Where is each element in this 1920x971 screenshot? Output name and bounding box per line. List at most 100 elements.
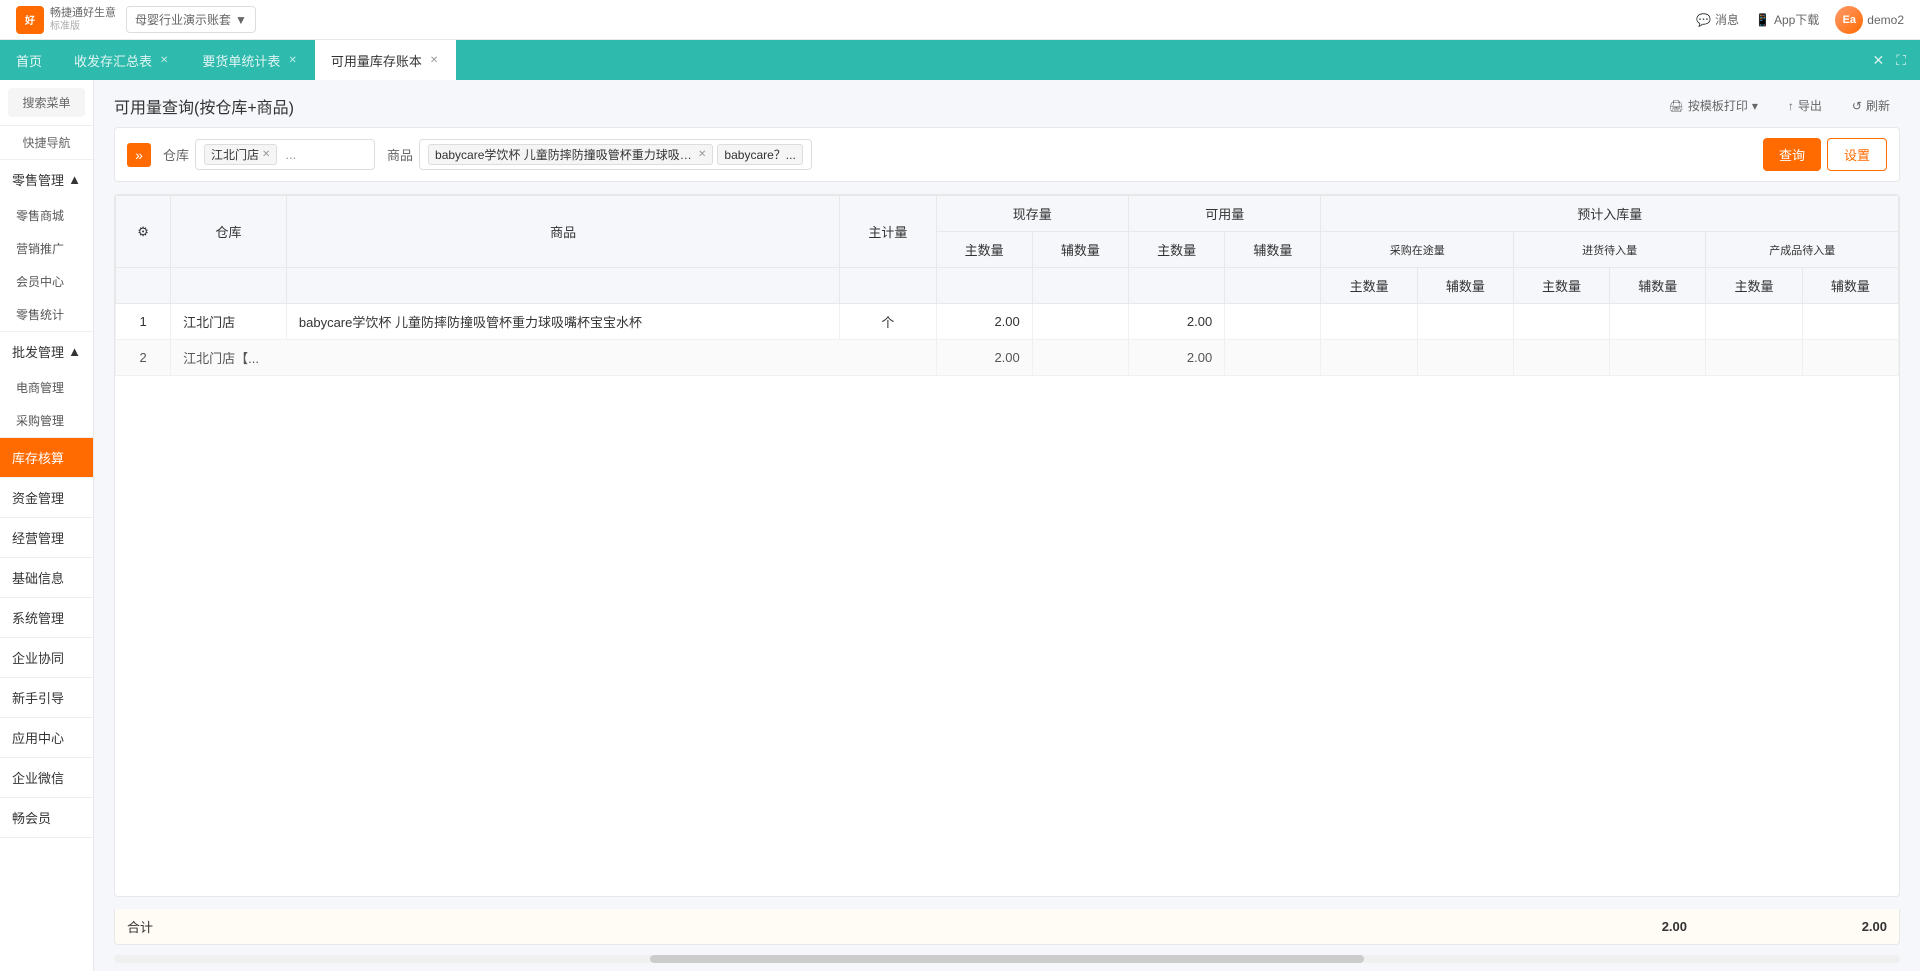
group-purchase-main [1321,340,1417,376]
product-label: 商品 [387,145,413,164]
nav-tabs: 首页 收发存汇总表 ✕ 要货单统计表 ✕ 可用量库存账本 ✕ ✕ ⛶ [0,40,1920,80]
sidebar-item-member-center[interactable]: 会员中心 [0,265,93,298]
close-tab-icon[interactable]: ✕ [158,53,170,68]
sidebar-group-system-title[interactable]: 系统管理 [0,598,93,637]
table-row: 1 江北门店 babycare学饮杯 儿童防摔防撞吸管杯重力球吸嘴杯宝宝水杯 个… [116,304,1899,340]
warehouse-value-box[interactable]: 江北门店 ✕ ... [195,139,375,170]
sidebar-group-finance-title[interactable]: 资金管理 [0,478,93,517]
warehouse-more-icon[interactable]: ... [281,147,300,162]
sidebar-group-operations: 经营管理 [0,518,93,558]
download-icon: 📱 [1755,13,1770,27]
product-value-box[interactable]: babycare学饮杯 儿童防摔防撞吸管杯重力球吸嘴杯宝宝水杯 ✕ babyca… [419,139,812,170]
available-aux-header: 辅数量 [1225,232,1321,268]
sidebar-item-ecommerce[interactable]: 电商管理 [0,371,93,404]
chevron-icon: ▲ [68,344,81,359]
settings-col-header[interactable]: ⚙ [116,196,171,268]
query-button[interactable]: 查询 [1763,138,1821,171]
row-purchase-aux [1417,304,1513,340]
sidebar-group-operations-title[interactable]: 经营管理 [0,518,93,557]
top-bar: 好 畅捷通好生意 标准版 母婴行业演示账套 ▼ 💬 消息 📱 App下载 Ea … [0,0,1920,40]
sidebar-group-wholesale: 批发管理 ▲ 电商管理 采购管理 [0,332,93,438]
sidebar-group-retail-title[interactable]: 零售管理 ▲ [0,160,93,199]
footer-label: 合计 [127,917,153,936]
app-logo-icon: 好 [16,6,44,34]
stock-aux-header: 辅数量 [1032,232,1128,268]
remove-warehouse-tag[interactable]: ✕ [262,149,270,160]
row-purchase-main [1321,304,1417,340]
refresh-button[interactable]: ↺ 刷新 [1842,92,1900,119]
inbound-main-header: 主数量 [1513,268,1609,304]
user-area[interactable]: Ea demo2 [1835,6,1904,34]
product-main-header: 主数量 [1706,268,1802,304]
tab-home[interactable]: 首页 [0,40,58,80]
scrollbar-thumb[interactable] [650,955,1364,963]
sidebar: 搜索菜单 快捷导航 零售管理 ▲ 零售商城 营销推广 会员中心 零售统计 [0,80,94,971]
message-icon: 💬 [1696,13,1711,27]
sidebar-group-wholesale-title[interactable]: 批发管理 ▲ [0,332,93,371]
filter-bar: » 仓库 江北门店 ✕ ... 商品 babycare学饮杯 儿童防摔防撞吸管杯… [114,127,1900,182]
row-product: babycare学饮杯 儿童防摔防撞吸管杯重力球吸嘴杯宝宝水杯 [286,304,839,340]
product-filter: 商品 babycare学饮杯 儿童防摔防撞吸管杯重力球吸嘴杯宝宝水杯 ✕ bab… [387,139,812,170]
sidebar-group-appstore-title[interactable]: 应用中心 [0,718,93,757]
horizontal-scrollbar[interactable] [114,955,1900,963]
sidebar-group-retail: 零售管理 ▲ 零售商城 营销推广 会员中心 零售统计 [0,160,93,332]
logo-area: 好 畅捷通好生意 标准版 [16,6,116,34]
available-group-header: 可用量 [1129,196,1321,232]
purchase-main-header: 主数量 [1321,268,1417,304]
chevron-down-icon: ▼ [235,13,247,27]
tab-yaohuo[interactable]: 要货单统计表 ✕ [186,40,314,80]
stock-group-header: 现存量 [936,196,1128,232]
table-group-row: 2 江北门店【... 2.00 2.00 [116,340,1899,376]
close-window-icon[interactable]: ✕ [1868,48,1888,73]
sidebar-group-basic-title[interactable]: 基础信息 [0,558,93,597]
app-logo-text: 畅捷通好生意 标准版 [50,6,116,33]
close-tab-icon[interactable]: ✕ [286,53,298,68]
top-bar-left: 好 畅捷通好生意 标准版 母婴行业演示账套 ▼ [16,6,256,34]
sidebar-item-retail-mall[interactable]: 零售商城 [0,199,93,232]
inbound-aux-header: 辅数量 [1610,268,1706,304]
group-purchase-aux [1417,340,1513,376]
available-main-header: 主数量 [1129,232,1225,268]
chevron-down-icon: ▾ [1752,99,1758,113]
sidebar-group-guide: 新手引导 [0,678,93,718]
tab-shoufa[interactable]: 收发存汇总表 ✕ [58,40,186,80]
empty-avail-main [1129,268,1225,304]
tab-keyongliang[interactable]: 可用量库存账本 ✕ [315,40,456,80]
close-tab-icon[interactable]: ✕ [428,53,440,68]
sidebar-item-quick-nav[interactable]: 快捷导航 [0,126,93,160]
sidebar-group-member-title[interactable]: 畅会员 [0,798,93,837]
warehouse-col-header: 仓库 [171,196,287,268]
group-available-main: 2.00 [1129,340,1225,376]
app-download-action[interactable]: 📱 App下载 [1755,11,1819,28]
empty-product [286,268,839,304]
main-layout: 搜索菜单 快捷导航 零售管理 ▲ 零售商城 营销推广 会员中心 零售统计 [0,80,1920,971]
sidebar-group-guide-title[interactable]: 新手引导 [0,678,93,717]
table-footer: 合计 2.00 2.00 [114,909,1900,945]
sidebar-group-basic: 基础信息 [0,558,93,598]
sidebar-group-enterprise-title[interactable]: 企业协同 [0,638,93,677]
sidebar-item-purchase[interactable]: 采购管理 [0,404,93,437]
filter-expand-button[interactable]: » [127,143,151,167]
sidebar-item-marketing[interactable]: 营销推广 [0,232,93,265]
industry-selector[interactable]: 母婴行业演示账套 ▼ [126,6,256,33]
inbound-group-subheader: 进货待入量 [1513,232,1705,268]
remove-product-tag-1[interactable]: ✕ [698,149,706,160]
sidebar-item-retail-stats[interactable]: 零售统计 [0,298,93,331]
purchase-aux-header: 辅数量 [1417,268,1513,304]
sidebar-group-inventory-title[interactable]: 库存核算 [0,438,93,477]
page-header: 可用量查询(按仓库+商品) 🖨 按模板打印 ▾ ↑ 导出 ↺ 刷新 [94,80,1920,127]
sidebar-group-wechat-title[interactable]: 企业微信 [0,758,93,797]
row-unit: 个 [840,304,936,340]
warehouse-label: 仓库 [163,145,189,164]
settings-button[interactable]: 设置 [1827,138,1887,171]
export-button[interactable]: ↑ 导出 [1778,92,1832,119]
chevron-icon: ▲ [68,172,81,187]
row-index: 1 [116,304,171,340]
message-action[interactable]: 💬 消息 [1696,11,1739,28]
template-print-button[interactable]: 🖨 按模板打印 ▾ [1659,92,1768,119]
search-menu-button[interactable]: 搜索菜单 [8,88,85,117]
export-icon: ↑ [1788,99,1794,113]
warehouse-filter: 仓库 江北门店 ✕ ... [163,139,375,170]
maximize-window-icon[interactable]: ⛶ [1892,48,1910,73]
page-title: 可用量查询(按仓库+商品) [114,94,294,118]
